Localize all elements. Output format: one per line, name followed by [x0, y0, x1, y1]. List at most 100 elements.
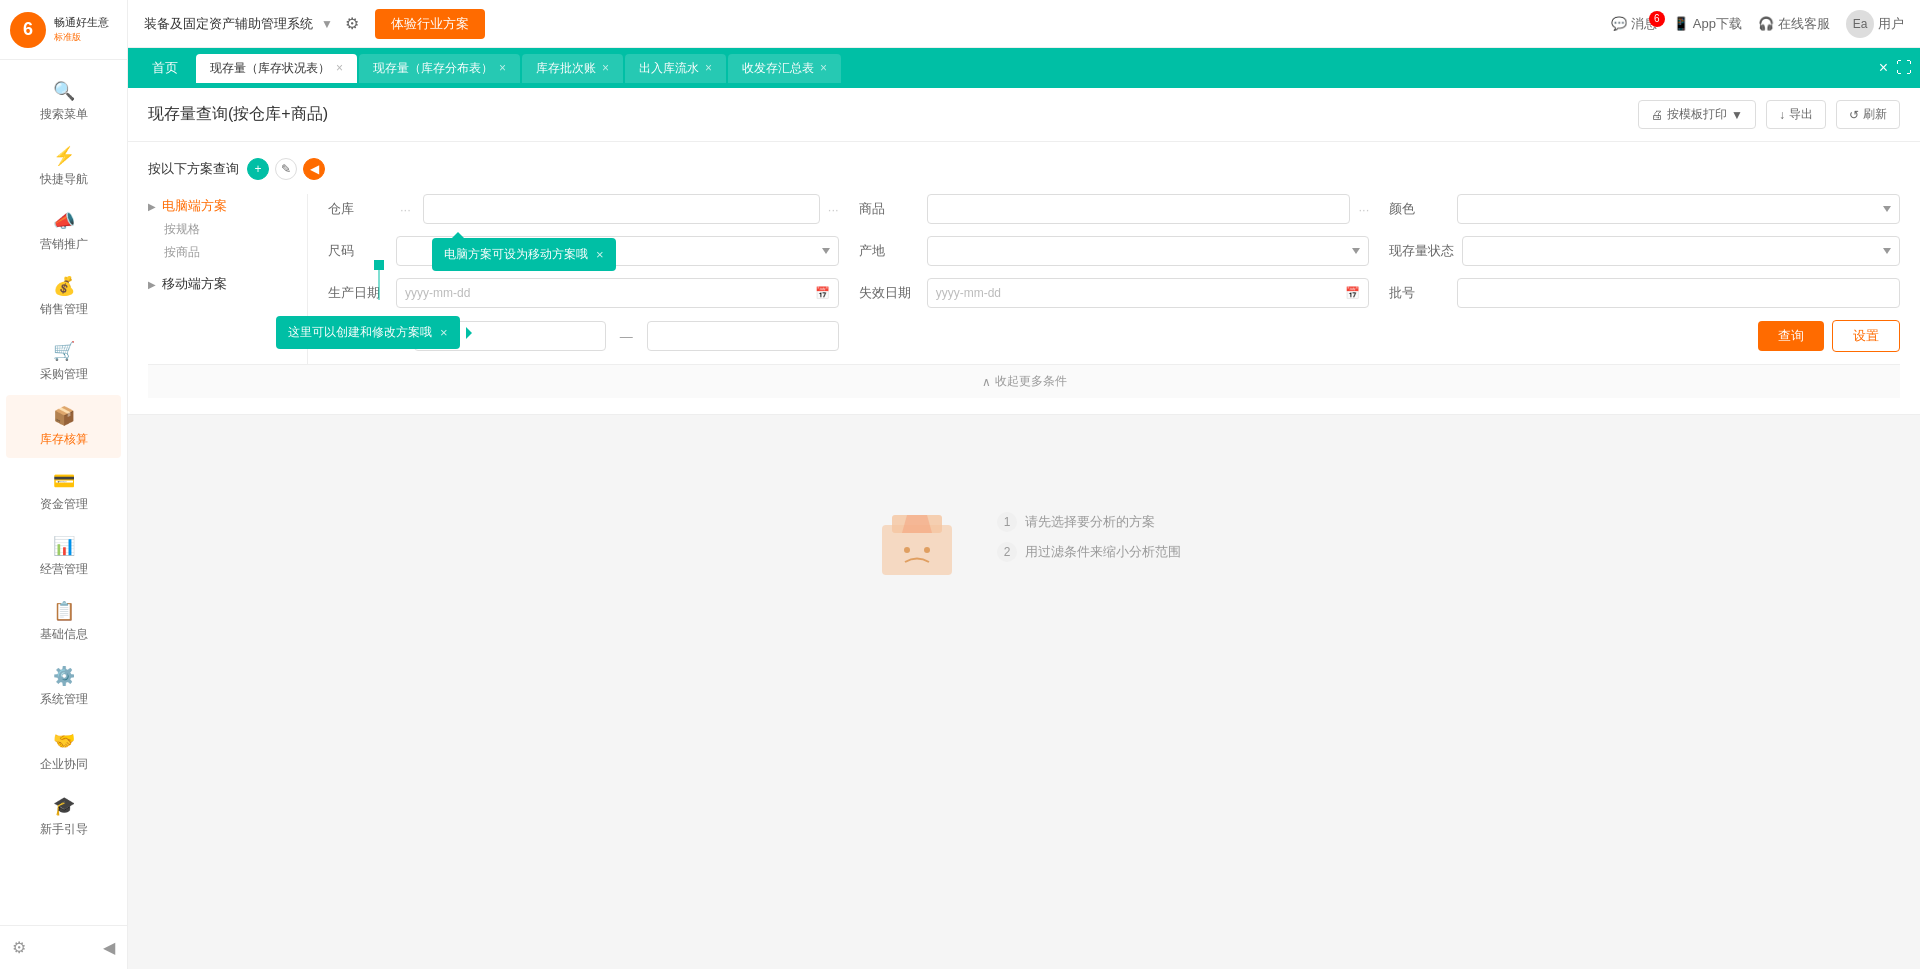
app-download-btn[interactable]: 📱 App下载 — [1673, 15, 1742, 33]
logo-icon: 6 — [10, 12, 46, 48]
logo-area: 6 畅通好生意 标准版 — [0, 0, 127, 60]
collapse-bar[interactable]: ∧ 收起更多条件 — [148, 364, 1900, 398]
filter-row-4: 现存量（主） — 查询 设置 — [328, 320, 1900, 352]
system-icon: ⚙️ — [53, 665, 75, 687]
stock-status-select[interactable] — [1462, 236, 1900, 266]
search-button[interactable]: 查询 — [1758, 321, 1824, 351]
tab-inout-flow[interactable]: 出入库流水 × — [625, 54, 726, 83]
sidebar-item-system[interactable]: ⚙️ 系统管理 — [6, 655, 121, 718]
tree-mobile-item[interactable]: ▶ 移动端方案 — [148, 272, 291, 296]
exp-date-input[interactable]: yyyy-mm-dd 📅 — [927, 278, 1370, 308]
prod-date-input[interactable]: yyyy-mm-dd 📅 — [396, 278, 839, 308]
page-content: 现存量查询(按仓库+商品) 🖨 按模板打印 ▼ ↓ 导出 ↺ 刷新 — [128, 88, 1920, 969]
tab-close-inout-flow[interactable]: × — [705, 61, 712, 75]
tab-batch-account[interactable]: 库存批次账 × — [522, 54, 623, 83]
tab-close-inventory-status[interactable]: × — [336, 61, 343, 75]
warehouse-dots: ··· — [396, 202, 415, 217]
empty-svg — [867, 495, 967, 585]
logo-name: 畅通好生意 — [54, 15, 109, 30]
sidebar-item-guide[interactable]: 🎓 新手引导 — [6, 785, 121, 848]
user-avatar: Ea — [1846, 10, 1874, 38]
tooltip1-close[interactable]: × — [596, 247, 604, 262]
tree-desktop-label: 电脑端方案 — [162, 197, 227, 215]
header-settings-icon[interactable]: ⚙ — [345, 14, 359, 33]
basicinfo-icon: 📋 — [53, 600, 75, 622]
tree-desktop-sub2[interactable]: 按商品 — [164, 241, 291, 264]
tab-bar-right: × ⛶ — [1879, 59, 1912, 77]
page-header: 现存量查询(按仓库+商品) 🖨 按模板打印 ▼ ↓ 导出 ↺ 刷新 — [128, 88, 1920, 142]
batch-filter-item: 批号 — [1389, 278, 1900, 308]
operations-icon: 📊 — [53, 535, 75, 557]
tab-inventory-status[interactable]: 现存量（库存状况表） × — [196, 54, 357, 83]
enterprise-icon: 🤝 — [53, 730, 75, 752]
tooltip2-close[interactable]: × — [440, 325, 448, 340]
finance-icon: 💳 — [53, 470, 75, 492]
tree-mobile-label: 移动端方案 — [162, 275, 227, 293]
tab-bar: 首页 现存量（库存状况表） × 现存量（库存分布表） × 库存批次账 × 出入库… — [128, 48, 1920, 88]
header-actions: 💬 消息 6 📱 App下载 🎧 在线客服 Ea 用户 — [1611, 10, 1904, 38]
sidebar-item-finance[interactable]: 💳 资金管理 — [6, 460, 121, 523]
online-service-btn[interactable]: 🎧 在线客服 — [1758, 15, 1830, 33]
reset-button[interactable]: 设置 — [1832, 320, 1900, 352]
marketing-icon: 📣 — [53, 210, 75, 232]
message-icon: 💬 — [1611, 16, 1627, 31]
batch-label: 批号 — [1389, 284, 1449, 302]
sidebar-item-quicknav[interactable]: ⚡ 快捷导航 — [6, 135, 121, 198]
inventory-icon: 📦 — [53, 405, 75, 427]
calendar-icon: 📅 — [815, 286, 830, 300]
print-btn[interactable]: 🖨 按模板打印 ▼ — [1638, 100, 1756, 129]
tree-arrow-desktop: ▶ — [148, 201, 156, 212]
export-btn[interactable]: ↓ 导出 — [1766, 100, 1826, 129]
message-badge: 6 — [1649, 11, 1665, 27]
refresh-btn[interactable]: ↺ 刷新 — [1836, 100, 1900, 129]
empty-hint-1: 1 请先选择要分析的方案 — [997, 512, 1181, 532]
page-title: 现存量查询(按仓库+商品) — [148, 104, 328, 125]
tree-desktop-sub1[interactable]: 按规格 — [164, 218, 291, 241]
calendar-exp-icon: 📅 — [1345, 286, 1360, 300]
tree-desktop-item[interactable]: ▶ 电脑端方案 — [148, 194, 291, 218]
print-arrow-icon: ▼ — [1731, 108, 1743, 122]
color-filter-item: 颜色 — [1389, 194, 1900, 224]
exp-date-placeholder: yyyy-mm-dd — [936, 286, 1001, 300]
empty-hint-2: 2 用过滤条件来缩小分析范围 — [997, 542, 1181, 562]
message-btn[interactable]: 💬 消息 6 — [1611, 15, 1657, 33]
origin-filter-item: 产地 — [859, 236, 1370, 266]
trial-btn[interactable]: 体验行业方案 — [375, 9, 485, 39]
tab-inventory-dist[interactable]: 现存量（库存分布表） × — [359, 54, 520, 83]
system-selector[interactable]: 装备及固定资产辅助管理系统 ▼ — [144, 15, 333, 33]
sidebar-item-enterprise[interactable]: 🤝 企业协同 — [6, 720, 121, 783]
sidebar-item-search[interactable]: 🔍 搜索菜单 — [6, 70, 121, 133]
sidebar-item-inventory[interactable]: 📦 库存核算 — [6, 395, 121, 458]
sidebar-item-purchase[interactable]: 🛒 采购管理 — [6, 330, 121, 393]
batch-input[interactable] — [1457, 278, 1900, 308]
tab-close-batch-account[interactable]: × — [602, 61, 609, 75]
warehouse-input[interactable] — [423, 194, 820, 224]
tab-summary[interactable]: 收发存汇总表 × — [728, 54, 841, 83]
tab-close-inventory-dist[interactable]: × — [499, 61, 506, 75]
guide-icon: 🎓 — [53, 795, 75, 817]
origin-select[interactable] — [927, 236, 1370, 266]
filter-row-1: 仓库 ··· ··· 商品 ··· 颜色 — [328, 194, 1900, 224]
sidebar-item-marketing[interactable]: 📣 营销推广 — [6, 200, 121, 263]
headset-icon: 🎧 — [1758, 16, 1774, 31]
sidebar-item-operations[interactable]: 📊 经营管理 — [6, 525, 121, 588]
tab-close-summary[interactable]: × — [820, 61, 827, 75]
collapse-sidebar-icon[interactable]: ◀ — [103, 938, 115, 957]
exp-date-label: 失效日期 — [859, 284, 919, 302]
main-content: 装备及固定资产辅助管理系统 ▼ ⚙ 体验行业方案 💬 消息 6 📱 App下载 … — [128, 0, 1920, 969]
user-menu-btn[interactable]: Ea 用户 — [1846, 10, 1904, 38]
purchase-icon: 🛒 — [53, 340, 75, 362]
tab-close-all-icon[interactable]: × — [1879, 59, 1888, 77]
add-scheme-btn[interactable]: + — [247, 158, 269, 180]
settings-bottom-icon[interactable]: ⚙ — [12, 938, 26, 957]
edit-scheme-btn[interactable]: ✎ — [275, 158, 297, 180]
arrow-left-btn[interactable]: ◀ — [303, 158, 325, 180]
product-input[interactable] — [927, 194, 1351, 224]
tab-fullscreen-icon[interactable]: ⛶ — [1896, 59, 1912, 77]
filter-header: 按以下方案查询 + ✎ ◀ — [148, 158, 1900, 180]
tab-home[interactable]: 首页 — [136, 53, 194, 83]
stock-main-to-input[interactable] — [647, 321, 839, 351]
sidebar-item-sales[interactable]: 💰 销售管理 — [6, 265, 121, 328]
sidebar-item-basicinfo[interactable]: 📋 基础信息 — [6, 590, 121, 653]
color-select[interactable] — [1457, 194, 1900, 224]
